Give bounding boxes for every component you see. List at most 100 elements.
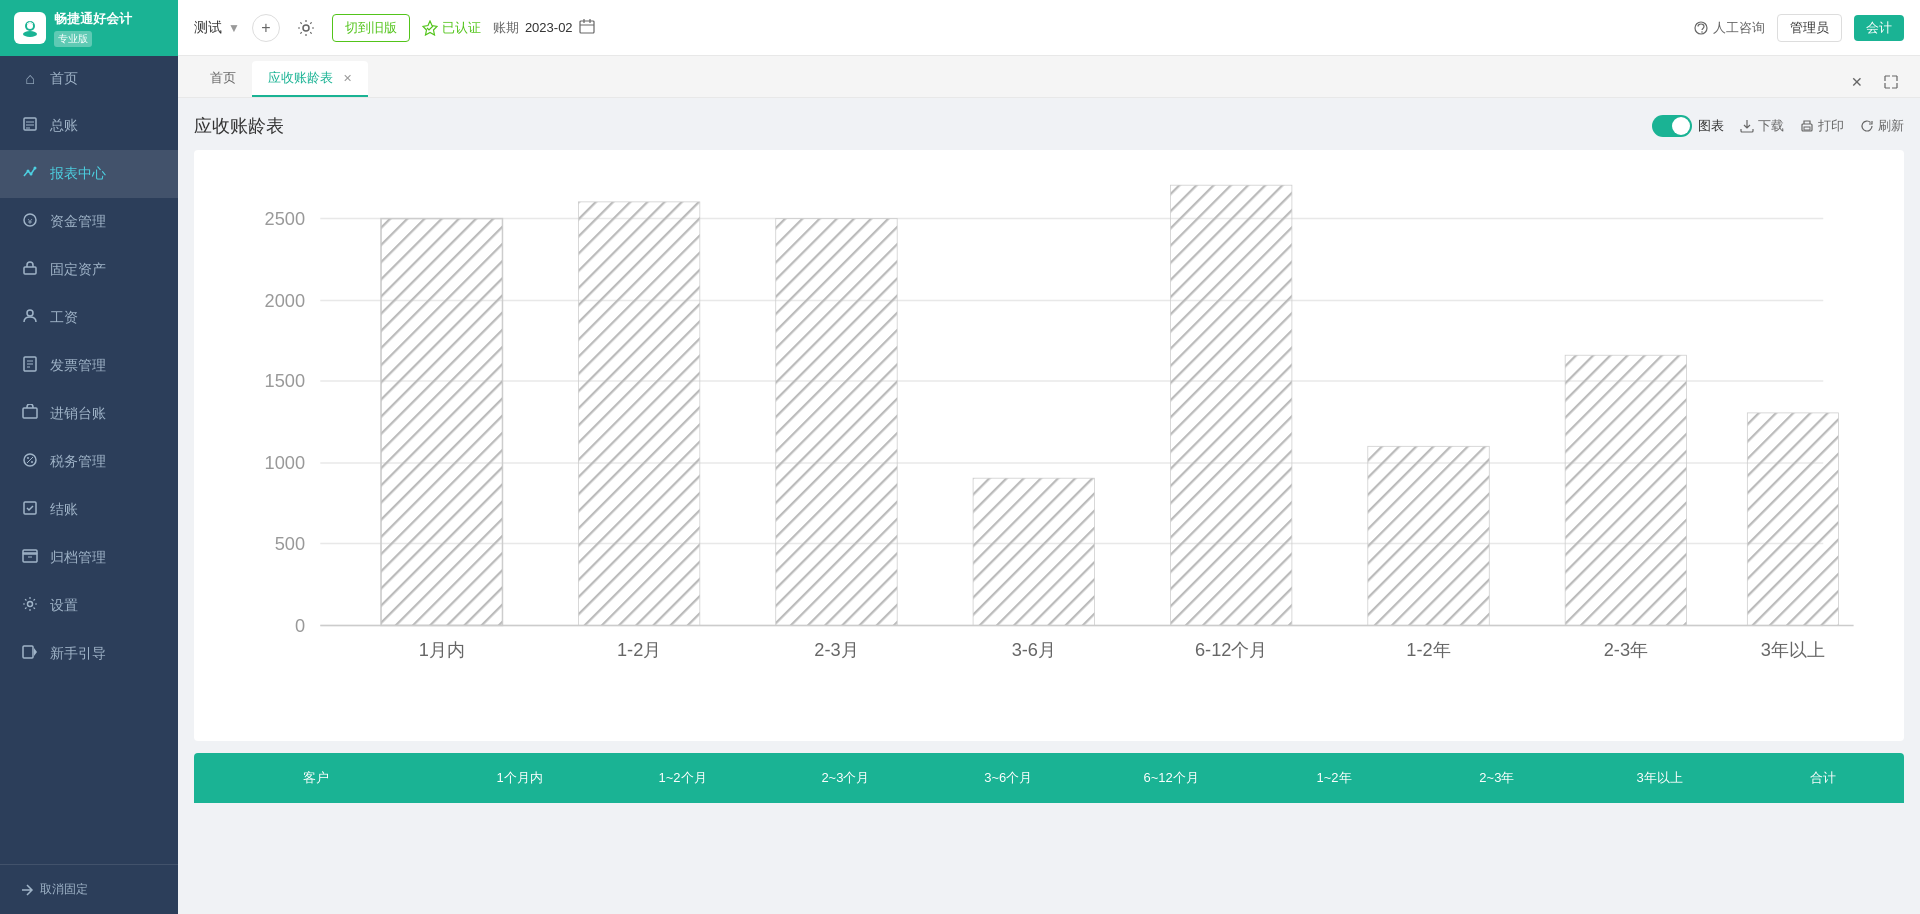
svg-text:3-6月: 3-6月 [1012, 640, 1056, 660]
accounting-period: 账期 2023-02 [493, 18, 595, 37]
svg-point-8 [30, 173, 33, 176]
bar-chart: 0 500 1000 1500 2000 2500 [214, 170, 1884, 717]
switch-old-version-button[interactable]: 切到旧版 [332, 14, 410, 42]
svg-text:2000: 2000 [265, 291, 305, 311]
tab-close-icon[interactable]: ✕ [343, 72, 352, 84]
svg-rect-59 [1565, 355, 1686, 625]
svg-text:1000: 1000 [265, 453, 305, 473]
page-actions: 图表 下载 打印 [1652, 115, 1904, 137]
period-label: 账期 [493, 19, 519, 37]
period-value: 2023-02 [525, 20, 573, 35]
app-logo-icon [14, 12, 46, 44]
expand-panel-button[interactable] [1878, 69, 1904, 95]
chart-card: 0 500 1000 1500 2000 2500 [194, 150, 1904, 741]
cert-status: 已认证 [422, 19, 481, 37]
consult-button[interactable]: 人工咨询 [1693, 19, 1765, 37]
svg-rect-18 [23, 408, 37, 418]
sidebar-item-funds[interactable]: ¥ 资金管理 [0, 198, 178, 246]
sidebar-item-reports[interactable]: 报表中心 [0, 150, 178, 198]
unpin-button[interactable]: 取消固定 [14, 875, 164, 904]
sidebar-item-closing[interactable]: 结账 [0, 486, 178, 534]
table-col-6-12month: 6~12个月 [1090, 753, 1253, 803]
add-company-button[interactable]: + [252, 14, 280, 42]
sidebar-item-ledger[interactable]: 总账 [0, 102, 178, 150]
company-settings-button[interactable] [292, 14, 320, 42]
role-button[interactable]: 会计 [1854, 15, 1904, 41]
sidebar-item-guide[interactable]: 新手引导 [0, 630, 178, 678]
svg-rect-57 [1170, 185, 1291, 625]
table-col-3year-plus: 3年以上 [1578, 753, 1741, 803]
table-col-2-3month: 2~3个月 [764, 753, 927, 803]
funds-icon: ¥ [20, 212, 40, 232]
calendar-icon[interactable] [579, 18, 595, 37]
tab-aging[interactable]: 应收账龄表 ✕ [252, 61, 368, 97]
logo-badge: 专业版 [54, 31, 92, 47]
table-col-customer: 客户 [194, 753, 438, 803]
svg-text:3年以上: 3年以上 [1761, 640, 1825, 660]
sidebar-item-home[interactable]: ⌂ 首页 [0, 56, 178, 102]
svg-point-13 [27, 310, 33, 316]
page-content: 应收账龄表 图表 下载 [178, 98, 1920, 914]
svg-rect-53 [381, 219, 502, 626]
home-icon: ⌂ [20, 70, 40, 88]
print-button[interactable]: 打印 [1800, 117, 1844, 135]
sidebar-label-sales: 进销台账 [50, 405, 106, 423]
toggle-knob [1672, 117, 1690, 135]
svg-text:2500: 2500 [265, 209, 305, 229]
svg-rect-28 [23, 646, 33, 658]
tabbar: 首页 应收账龄表 ✕ ✕ [178, 56, 1920, 98]
svg-rect-58 [1368, 446, 1489, 625]
svg-rect-25 [23, 550, 37, 554]
sidebar-item-tax[interactable]: 税务管理 [0, 438, 178, 486]
sidebar-label-settings: 设置 [50, 597, 78, 615]
sidebar-label-invoice: 发票管理 [50, 357, 106, 375]
sidebar-label-payroll: 工资 [50, 309, 78, 327]
sidebar-bottom: 取消固定 [0, 864, 178, 914]
svg-point-30 [303, 25, 309, 31]
table-header: 客户 1个月内 1~2个月 2~3个月 3~6个月 6~12个月 1~2年 2~… [194, 753, 1904, 803]
close-panel-button[interactable]: ✕ [1844, 69, 1870, 95]
svg-text:1-2月: 1-2月 [617, 640, 661, 660]
svg-text:2-3年: 2-3年 [1604, 640, 1648, 660]
svg-rect-55 [776, 219, 897, 626]
project-name: 测试 [194, 19, 222, 37]
sidebar-label-funds: 资金管理 [50, 213, 106, 231]
page-header: 应收账龄表 图表 下载 [194, 114, 1904, 138]
sidebar-item-invoice[interactable]: 发票管理 [0, 342, 178, 390]
sidebar-item-settings[interactable]: 设置 [0, 582, 178, 630]
svg-point-21 [27, 457, 29, 459]
sidebar-item-payroll[interactable]: 工资 [0, 294, 178, 342]
svg-text:1月内: 1月内 [419, 640, 465, 660]
table-col-3-6month: 3~6个月 [927, 753, 1090, 803]
user-button[interactable]: 管理员 [1777, 14, 1842, 42]
ledger-icon [20, 116, 40, 136]
project-chevron-icon[interactable]: ▼ [228, 21, 240, 35]
sidebar-label-closing: 结账 [50, 501, 78, 519]
svg-point-27 [28, 602, 33, 607]
reports-icon [20, 164, 40, 184]
svg-rect-54 [578, 202, 699, 626]
table-col-1month: 1个月内 [438, 753, 601, 803]
toggle-label: 图表 [1698, 117, 1724, 135]
svg-text:6-12个月: 6-12个月 [1195, 640, 1267, 660]
refresh-button[interactable]: 刷新 [1860, 117, 1904, 135]
sidebar-item-sales[interactable]: 进销台账 [0, 390, 178, 438]
tab-home[interactable]: 首页 [194, 61, 252, 97]
svg-rect-12 [24, 267, 36, 274]
settings-icon [20, 596, 40, 616]
sidebar-label-archive: 归档管理 [50, 549, 106, 567]
chart-toggle[interactable] [1652, 115, 1692, 137]
svg-rect-60 [1747, 413, 1838, 626]
download-button[interactable]: 下载 [1740, 117, 1784, 135]
project-selector[interactable]: 测试 ▼ [194, 19, 240, 37]
sidebar-item-assets[interactable]: 固定资产 [0, 246, 178, 294]
main-area: 测试 ▼ + 切到旧版 已认证 账期 2023-02 [178, 0, 1920, 914]
sidebar-logo-text: 畅捷通好会计 专业版 [54, 10, 132, 47]
assets-icon [20, 260, 40, 280]
sidebar-label-assets: 固定资产 [50, 261, 106, 279]
table-col-total: 合计 [1741, 753, 1904, 803]
sidebar-item-archive[interactable]: 归档管理 [0, 534, 178, 582]
svg-rect-31 [580, 21, 594, 33]
svg-point-7 [27, 170, 30, 173]
table-col-1-2month: 1~2个月 [601, 753, 764, 803]
